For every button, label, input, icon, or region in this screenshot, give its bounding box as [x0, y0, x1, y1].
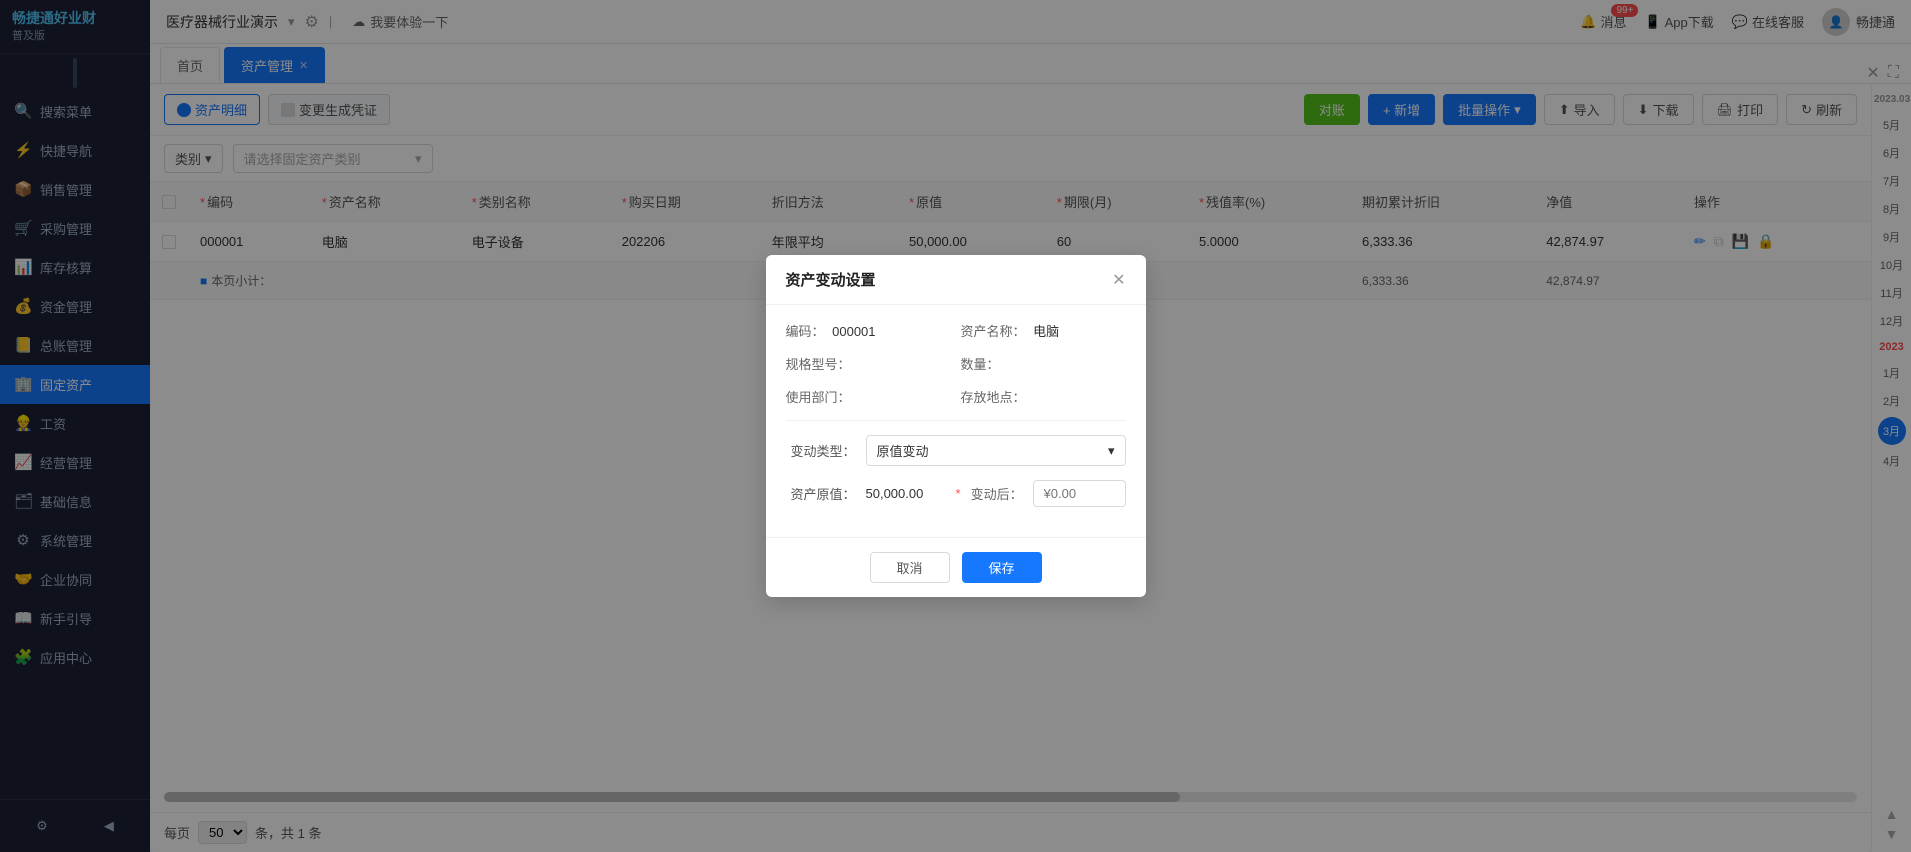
modal-name-field: 资产名称： 电脑 — [961, 321, 1126, 340]
required-star: * — [956, 486, 961, 501]
modal-footer: 取消 保存 — [766, 537, 1146, 597]
modal-code-value: 000001 — [832, 324, 875, 339]
modal-code-field: 编码： 000001 — [786, 321, 951, 340]
modal-divider — [786, 420, 1126, 421]
after-value-input[interactable] — [1044, 486, 1115, 501]
modal-info-row-1: 编码： 000001 资产名称： 电脑 — [786, 321, 1126, 340]
modal-body: 编码： 000001 资产名称： 电脑 规格型号： 数量： — [766, 305, 1146, 537]
modal-location-field: 存放地点： — [961, 387, 1126, 406]
modal-title: 资产变动设置 — [786, 269, 876, 290]
modal-change-type-row: 变动类型： 原值变动 ▾ — [786, 435, 1126, 466]
modal-original-value: 50,000.00 — [866, 486, 946, 501]
change-type-arrow: ▾ — [1108, 443, 1115, 459]
modal-info-row-3: 使用部门： 存放地点： — [786, 387, 1126, 406]
modal-header: 资产变动设置 ✕ — [766, 255, 1146, 305]
modal-overlay: 资产变动设置 ✕ 编码： 000001 资产名称： 电脑 规格型号： — [0, 0, 1911, 852]
modal-info-row-2: 规格型号： 数量： — [786, 354, 1126, 373]
modal-name-value: 电脑 — [1033, 324, 1059, 339]
modal-quantity-field: 数量： — [961, 354, 1126, 373]
modal-dept-field: 使用部门： — [786, 387, 951, 406]
change-type-select[interactable]: 原值变动 ▾ — [866, 435, 1126, 466]
cancel-btn[interactable]: 取消 — [870, 552, 950, 583]
modal-close-btn[interactable]: ✕ — [1112, 270, 1125, 290]
after-value-input-wrapper[interactable] — [1033, 480, 1126, 507]
save-btn[interactable]: 保存 — [962, 552, 1042, 583]
modal-spec-field: 规格型号： — [786, 354, 951, 373]
asset-change-modal: 资产变动设置 ✕ 编码： 000001 资产名称： 电脑 规格型号： — [766, 255, 1146, 597]
modal-values-row: 资产原值： 50,000.00 * 变动后： — [786, 480, 1126, 507]
